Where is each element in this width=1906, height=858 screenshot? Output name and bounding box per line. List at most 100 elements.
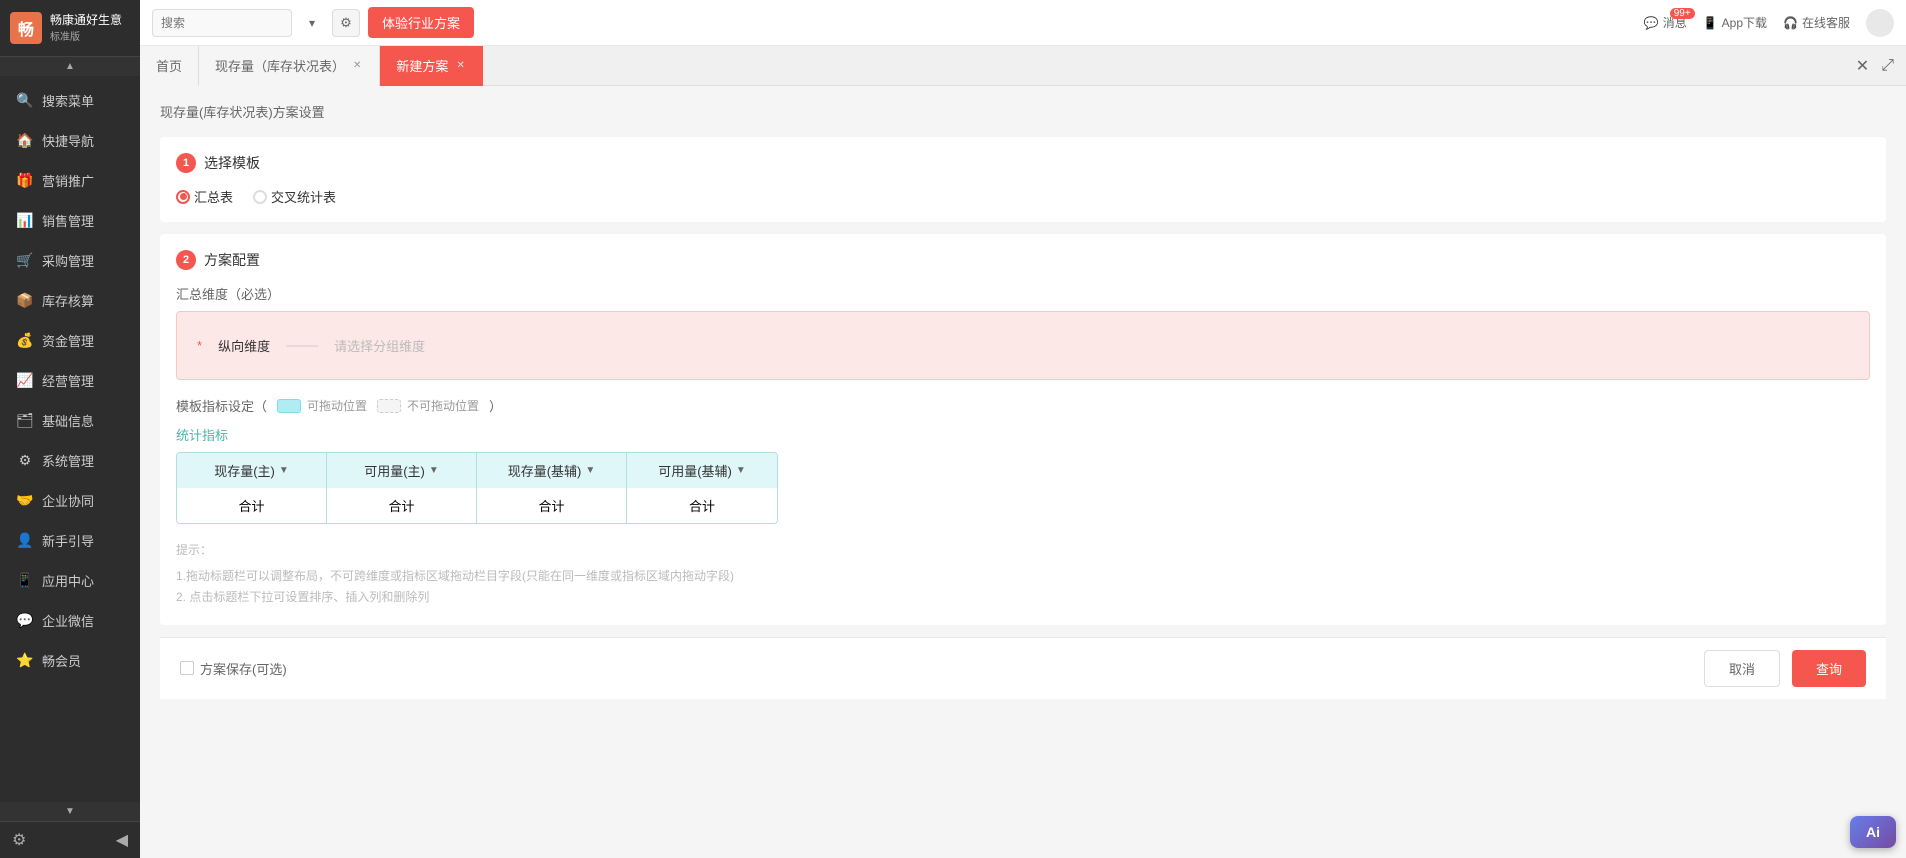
indicator-label: 模板指标设定（ 可拖动位置 不可拖动位置 ） [176,396,1870,415]
sidebar-item-label: 应用中心 [42,571,94,590]
step1-num: 1 [176,153,196,173]
sidebar-item-search[interactable]: 🔍 搜索菜单 [4,81,136,120]
sidebar-item-label: 销售管理 [42,211,94,230]
col-dropdown-0[interactable]: ▼ [279,465,289,476]
stats-table-header: 现存量(主) ▼ 可用量(主) ▼ 现存量(基辅) ▼ 可用量(基辅) ▼ [177,453,777,488]
sidebar-item-wechat[interactable]: 💬 企业微信 [4,601,136,640]
cancel-button[interactable]: 取消 [1704,650,1780,687]
message-badge: 99+ [1670,8,1695,19]
sidebar-item-sales[interactable]: 📊 销售管理 [4,201,136,240]
settings-icon[interactable]: ⚙ [12,830,26,850]
user-avatar-btn[interactable] [1866,9,1894,37]
tab-new-scheme-close[interactable]: ✕ [454,58,466,73]
tab-home[interactable]: 首页 [140,46,199,86]
sidebar-item-purchase[interactable]: 🛒 采购管理 [4,241,136,280]
dimension-dash: —— [286,337,318,355]
legend-draggable-label: 可拖动位置 [307,397,367,414]
step2-header: 2 方案配置 [176,250,1870,270]
sidebar-item-apps[interactable]: 📱 应用中心 [4,561,136,600]
sidebar-item-newbie[interactable]: 👤 新手引导 [4,521,136,560]
main-area: ▾ ⚙ 体验行业方案 💬 消息 99+ 📱 App下载 🎧 在线客服 首 [140,0,1906,858]
tabs-actions: ✕ ⤢ [1852,52,1906,80]
query-button[interactable]: 查询 [1792,650,1866,687]
sidebar-item-corp[interactable]: 🤝 企业协同 [4,481,136,520]
app-download-btn[interactable]: 📱 App下载 [1703,14,1767,31]
tab-new-scheme[interactable]: 新建方案 ✕ [380,46,482,86]
operations-icon: 📈 [16,372,34,389]
sidebar-item-operations[interactable]: 📈 经营管理 [4,361,136,400]
sidebar-scroll-up[interactable]: ▲ [0,57,140,76]
step2-num: 2 [176,250,196,270]
legend-non-draggable: 不可拖动位置 [377,397,479,414]
handshake-icon: 🤝 [16,492,34,509]
search-dropdown-btn[interactable]: ▾ [300,11,324,35]
sidebar-item-inventory[interactable]: 📦 库存核算 [4,281,136,320]
app-logo-icon: 畅 [10,12,42,44]
message-btn[interactable]: 💬 消息 99+ [1644,14,1687,31]
wechat-icon: 💬 [16,612,34,629]
box-icon: 📦 [16,292,34,309]
sidebar-item-label: 新手引导 [42,531,94,550]
legend-draggable: 可拖动位置 [277,397,367,414]
gift-icon: 🎁 [16,172,34,189]
search-input[interactable] [152,9,292,37]
sidebar-item-label: 快捷导航 [42,131,94,150]
chart-icon: 📊 [16,212,34,229]
tips-item-0: 1.拖动标题栏可以调整布局，不可跨维度或指标区域拖动栏目字段(只能在同一维度或指… [176,566,1870,588]
tab-inventory-close[interactable]: ✕ [351,58,363,73]
headset-icon: 🎧 [1783,16,1798,30]
stats-col-body-2: 合计 [477,488,627,523]
bottom-bar: 方案保存(可选) 取消 查询 [160,637,1886,699]
message-icon: 💬 [1644,16,1659,30]
close-tab-btn[interactable]: ✕ [1852,52,1873,80]
tips-item-1: 2. 点击标题栏下拉可设置排序、插入列和删除列 [176,587,1870,609]
radio-summary[interactable]: 汇总表 [176,187,233,206]
ai-float-button[interactable]: Ai [1850,816,1896,848]
sidebar-item-label: 采购管理 [42,251,94,270]
dimension-section-label: 汇总维度（必选） [176,284,1870,303]
tab-inventory[interactable]: 现存量（库存状况表） ✕ [199,46,380,86]
sidebar-item-basic[interactable]: 🗂 基础信息 [4,401,136,440]
sidebar-item-system[interactable]: ⚙ 系统管理 [4,441,136,480]
stats-col-body-1: 合计 [327,488,477,523]
sidebar-item-quicknav[interactable]: 🏠 快捷导航 [4,121,136,160]
expand-tab-btn[interactable]: ⤢ [1877,53,1898,79]
radio-cross[interactable]: 交叉统计表 [253,187,336,206]
home-icon: 🏠 [16,132,34,149]
dimension-placeholder[interactable]: 请选择分组维度 [334,336,425,355]
save-checkbox[interactable] [180,661,194,675]
search-icon: 🔍 [16,92,34,109]
sidebar-item-membership[interactable]: ⭐ 畅会员 [4,641,136,680]
col-dropdown-2[interactable]: ▼ [585,465,595,476]
step2-label: 方案配置 [204,250,260,270]
collapse-icon[interactable]: ◀ [116,830,128,850]
mobile-icon: 📱 [16,572,34,589]
sidebar-item-marketing[interactable]: 🎁 营销推广 [4,161,136,200]
tab-new-scheme-label: 新建方案 [396,56,448,75]
avatar [1866,9,1894,37]
col-dropdown-1[interactable]: ▼ [429,465,439,476]
col-dropdown-3[interactable]: ▼ [736,465,746,476]
radio-cross-circle [253,190,267,204]
dimension-area: * 纵向维度 —— 请选择分组维度 [176,311,1870,380]
stats-col-body-0: 合计 [177,488,327,523]
money-icon: 💰 [16,332,34,349]
page-title: 现存量(库存状况表)方案设置 [160,102,1886,121]
industry-btn[interactable]: 体验行业方案 [368,7,474,38]
sidebar-item-label: 企业协同 [42,491,94,510]
save-option[interactable]: 方案保存(可选) [180,659,287,678]
col-header-label-1: 可用量(主) [364,461,425,480]
stats-col-header-3: 可用量(基辅) ▼ [627,453,777,488]
sidebar-item-label: 基础信息 [42,411,94,430]
user-icon: 👤 [16,532,34,549]
cart-icon: 🛒 [16,252,34,269]
sidebar-scroll-down[interactable]: ▼ [0,802,140,821]
step1-header: 1 选择模板 [176,153,1870,173]
gear-btn[interactable]: ⚙ [332,9,360,37]
required-mark: * [197,338,202,353]
online-service-btn[interactable]: 🎧 在线客服 [1783,14,1850,31]
app-name: 畅康通好生意 标准版 [50,13,122,44]
topbar-right: 💬 消息 99+ 📱 App下载 🎧 在线客服 [1644,9,1894,37]
sidebar-item-label: 企业微信 [42,611,94,630]
sidebar-item-finance[interactable]: 💰 资金管理 [4,321,136,360]
